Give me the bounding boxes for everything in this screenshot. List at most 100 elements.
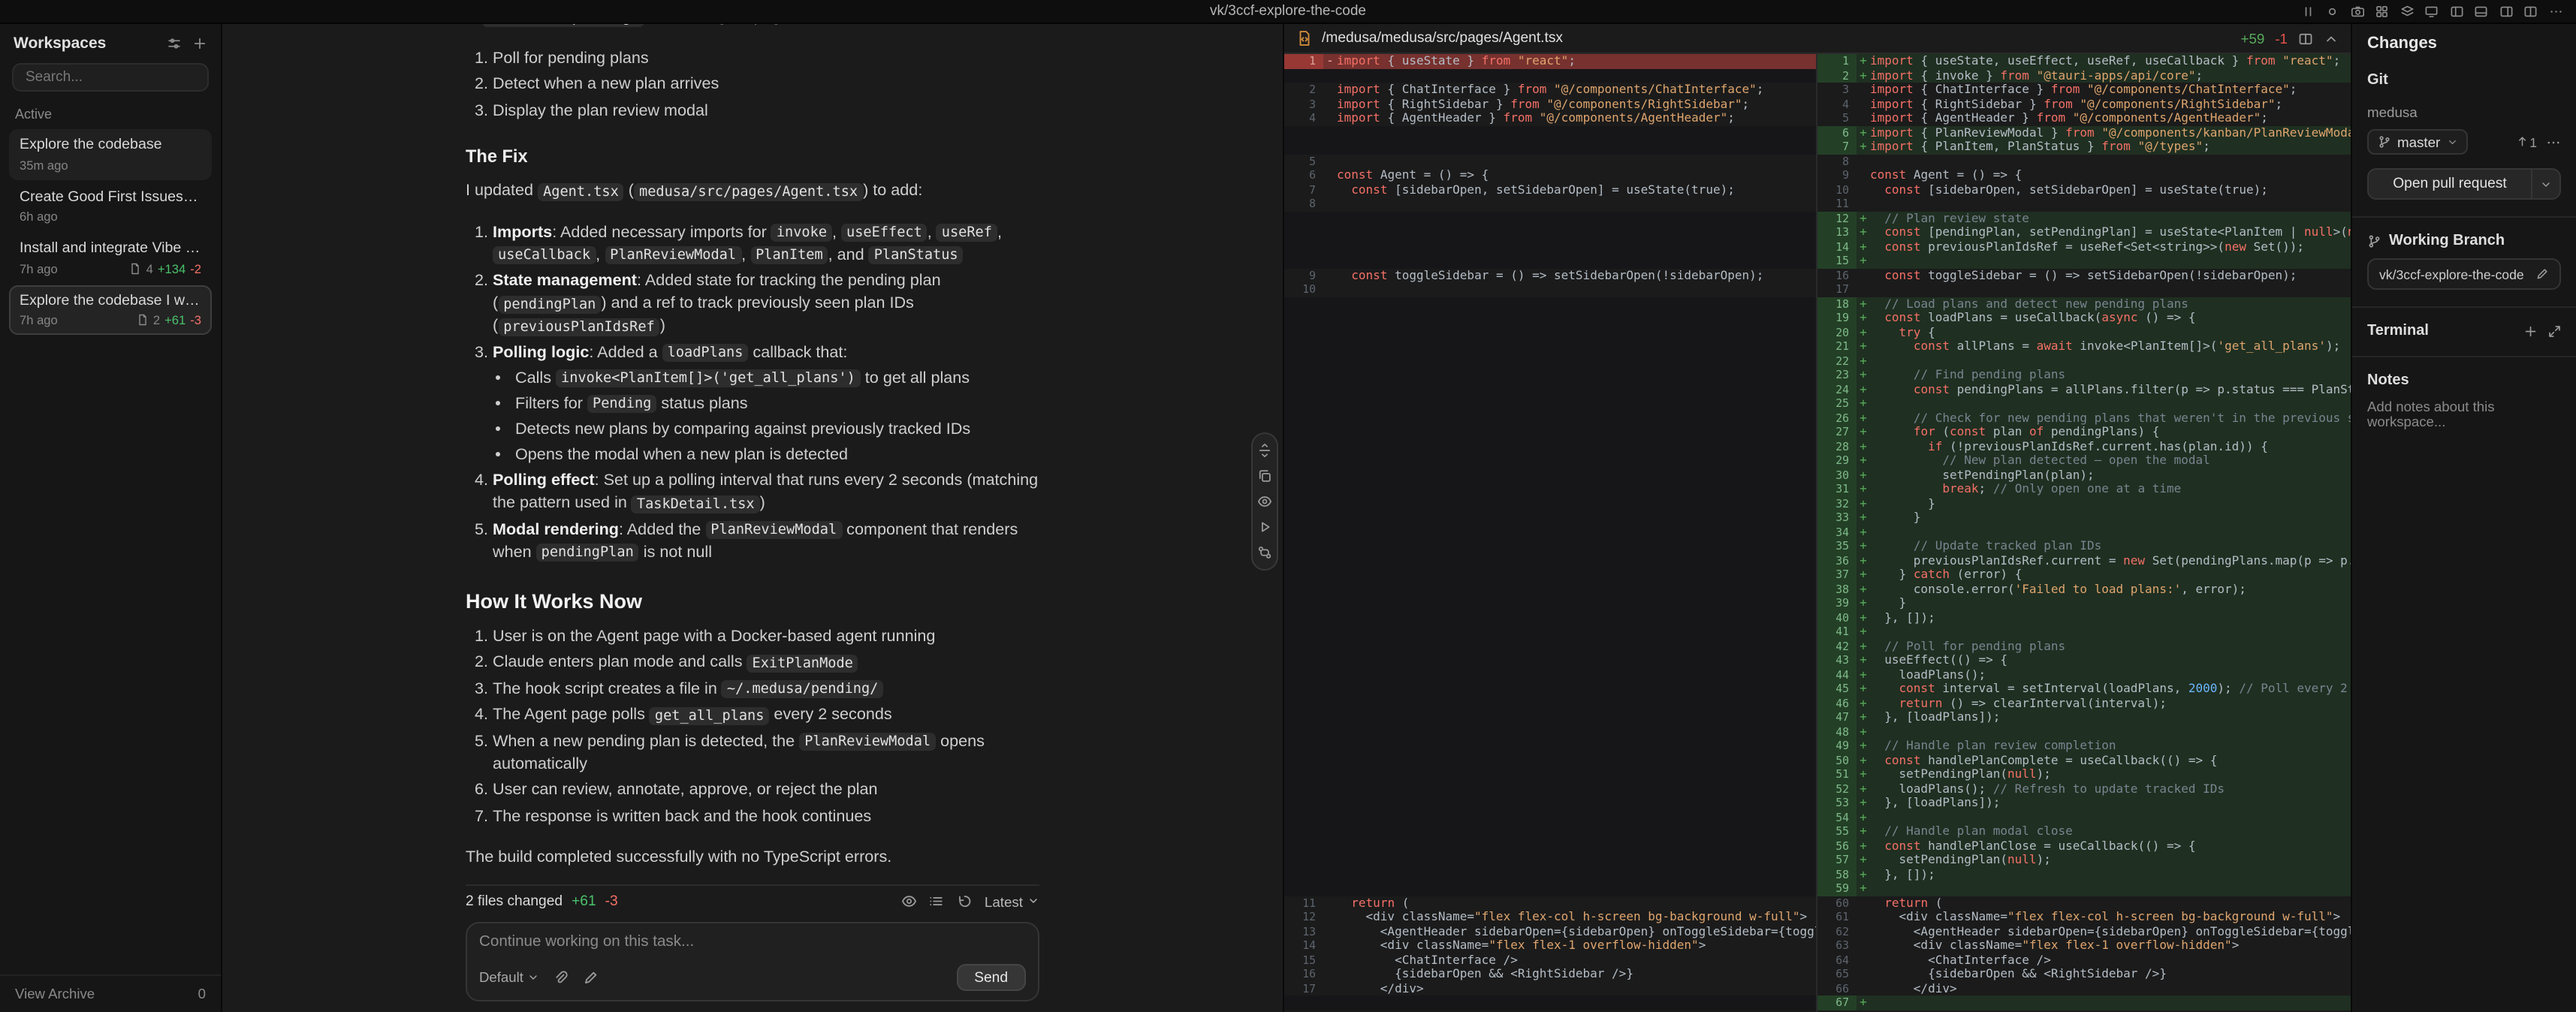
message-composer[interactable]: Continue working on this task... Default… bbox=[466, 922, 1039, 1001]
files-count: 4 bbox=[146, 261, 153, 276]
eye-icon[interactable] bbox=[1257, 494, 1272, 509]
composer-placeholder[interactable]: Continue working on this task... bbox=[479, 934, 1026, 950]
list-icon[interactable] bbox=[929, 893, 945, 909]
chevron-down-icon bbox=[528, 971, 540, 983]
workspace-meta: 7h ago4+134-2 bbox=[20, 261, 201, 276]
diff-filler-line bbox=[1284, 739, 1816, 753]
edit-branch-icon[interactable] bbox=[2535, 267, 2549, 281]
list-item: When a new pending plan is detected, the… bbox=[493, 730, 1039, 776]
stack-icon[interactable] bbox=[2400, 5, 2414, 19]
workspace-item[interactable]: Create Good First Issues on Github So...… bbox=[9, 181, 212, 231]
inline-code: ~/.medusa/pending/ bbox=[722, 680, 884, 698]
unfold-icon[interactable] bbox=[1257, 443, 1272, 458]
mode-dropdown[interactable]: Default bbox=[479, 970, 540, 985]
new-terminal-icon[interactable] bbox=[2523, 324, 2538, 339]
send-button[interactable]: Send bbox=[956, 964, 1026, 991]
more-icon[interactable] bbox=[2548, 5, 2562, 19]
play-icon[interactable] bbox=[1257, 520, 1272, 535]
monitor-icon[interactable] bbox=[2424, 5, 2439, 19]
diff-filler-line bbox=[1284, 211, 1816, 225]
file-icon bbox=[137, 314, 149, 326]
undo-icon[interactable] bbox=[957, 893, 973, 909]
workspace-title: Create Good First Issues on Github So... bbox=[20, 188, 201, 205]
diff-filler-line bbox=[1284, 297, 1816, 311]
diff-line: 26+ // Check for new pending plans that … bbox=[1817, 411, 2351, 425]
git-branch-icon bbox=[2367, 234, 2381, 248]
diff-filler-line bbox=[1284, 867, 1816, 881]
columns-icon[interactable] bbox=[2523, 5, 2538, 19]
open-pull-request-button[interactable]: Open pull request bbox=[2367, 168, 2561, 200]
diff-filler-line bbox=[1284, 496, 1816, 511]
branch-name: master bbox=[2397, 134, 2440, 150]
git-compare-icon[interactable] bbox=[1257, 545, 1272, 560]
diff-filler-line bbox=[1284, 425, 1816, 439]
diff-filler-line bbox=[1284, 782, 1816, 796]
version-dropdown[interactable]: Latest bbox=[985, 893, 1039, 909]
attach-icon[interactable] bbox=[554, 970, 569, 986]
panel-bottom-icon[interactable] bbox=[2474, 5, 2488, 19]
grid-icon[interactable] bbox=[2375, 5, 2389, 19]
diff-line: 52+ loadPlans(); // Refresh to update tr… bbox=[1817, 782, 2351, 796]
diff-filler-line bbox=[1284, 125, 1816, 140]
chevron-down-icon bbox=[2446, 137, 2457, 148]
diff-editor[interactable]: 1-import { useState } from "react";2impo… bbox=[1284, 54, 2351, 1012]
panel-left-icon[interactable] bbox=[2449, 5, 2463, 19]
list-item: Detect when a new plan arrives bbox=[493, 74, 1039, 96]
diff-filler-line bbox=[1284, 140, 1816, 154]
expand-terminal-icon[interactable] bbox=[2547, 324, 2561, 339]
list-item: User can review, annotate, approve, or r… bbox=[493, 779, 1039, 802]
workspace-item[interactable]: Explore the codebase I want you to ex...… bbox=[9, 285, 212, 335]
working-branch-field[interactable]: vk/3ccf-explore-the-code bbox=[2367, 258, 2561, 290]
diff-line: 51+ setPendingPlan(null); bbox=[1817, 767, 2351, 782]
edit-icon[interactable] bbox=[583, 970, 599, 986]
diff-filler-line bbox=[1284, 596, 1816, 610]
copy-icon[interactable] bbox=[1257, 468, 1272, 483]
inline-code: pendingPlan bbox=[536, 544, 639, 562]
collapse-diff-icon[interactable] bbox=[2324, 31, 2339, 46]
changes-panel: Changes Git medusa master 1 Open bbox=[2351, 24, 2576, 1012]
diff-filler-line bbox=[1284, 610, 1816, 625]
divider bbox=[2352, 356, 2576, 357]
more-options-icon[interactable] bbox=[2546, 134, 2561, 149]
pr-options-caret[interactable] bbox=[2531, 170, 2559, 198]
workspace-item[interactable]: Install and integrate Vibe Kanban Web...… bbox=[9, 233, 212, 283]
files-count: 2 bbox=[153, 312, 160, 327]
files-changed-label[interactable]: 2 files changed bbox=[466, 893, 563, 909]
diff-line: 3import { ChatInterface } from "@/compon… bbox=[1817, 83, 2351, 97]
list-item: Imports: Added necessary imports for inv… bbox=[493, 221, 1039, 267]
assistant-paragraph: The Agent.tsx page was missing all plan … bbox=[466, 24, 1039, 29]
split-view-icon[interactable] bbox=[2298, 31, 2313, 46]
diff-line: 5 bbox=[1284, 154, 1816, 168]
arrow-up-icon bbox=[2515, 136, 2528, 149]
inline-code: useEffect bbox=[841, 224, 928, 242]
titlebar-controls bbox=[2300, 0, 2562, 23]
list-item: Display the plan review modal bbox=[493, 100, 1039, 122]
view-archive-link[interactable]: View Archive bbox=[15, 986, 95, 1001]
record-icon[interactable] bbox=[2325, 5, 2339, 19]
search-input[interactable]: Search... bbox=[12, 63, 209, 92]
version-label: Latest bbox=[985, 893, 1023, 909]
camera-icon[interactable] bbox=[2350, 5, 2364, 19]
diff-line: 4import { RightSidebar } from "@/compone… bbox=[1817, 97, 2351, 111]
workspace-item[interactable]: Explore the codebase35m ago bbox=[9, 129, 212, 179]
bullet-sublist: Calls invoke<PlanItem[]>('get_all_plans'… bbox=[493, 367, 1039, 466]
branch-selector[interactable]: master bbox=[2367, 129, 2468, 155]
section-heading: How It Works Now bbox=[466, 590, 1039, 613]
chat-transcript[interactable]: npm run build 2>&1 | tail -80The build c… bbox=[222, 24, 1283, 884]
panel-right-icon[interactable] bbox=[2499, 5, 2513, 19]
add-workspace-icon[interactable] bbox=[192, 36, 207, 51]
chat-panel: npm run build 2>&1 | tail -80The build c… bbox=[222, 24, 1284, 1012]
notes-placeholder[interactable]: Add notes about this workspace... bbox=[2367, 399, 2561, 429]
diff-line: 56+ const handlePlanClose = useCallback(… bbox=[1817, 839, 2351, 853]
diff-filler-line bbox=[1284, 411, 1816, 425]
settings-icon[interactable] bbox=[167, 36, 182, 51]
diff-line: 41+ bbox=[1817, 625, 2351, 639]
eye-icon[interactable] bbox=[901, 893, 917, 909]
diff-file-path[interactable]: /medusa/medusa/src/pages/Agent.tsx bbox=[1322, 30, 1563, 47]
bold-text: Polling effect bbox=[493, 471, 595, 489]
inline-code: PlanReviewModal bbox=[705, 521, 842, 539]
list-item: Poll for pending plans bbox=[493, 47, 1039, 70]
diff-deletions: -1 bbox=[2275, 30, 2288, 47]
pause-icon[interactable] bbox=[2300, 5, 2315, 19]
diff-stats-badge: 2+61-3 bbox=[137, 312, 201, 327]
